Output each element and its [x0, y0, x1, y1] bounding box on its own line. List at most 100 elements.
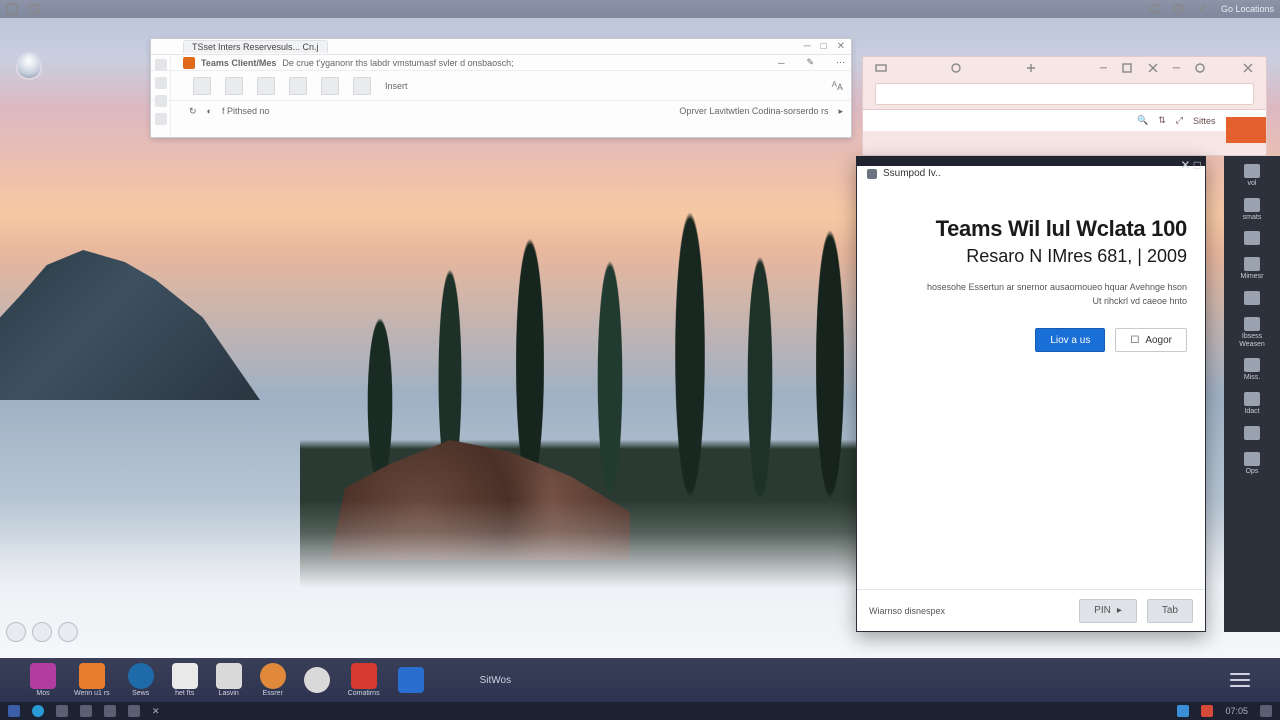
- rside-item[interactable]: [1230, 426, 1274, 442]
- desktop-shield-badge[interactable]: [18, 54, 40, 78]
- status-center: Oprver Lavitwtlen Codina-sorserdo rs: [679, 106, 828, 116]
- rside-item[interactable]: [1230, 231, 1274, 247]
- dock-app[interactable]: [304, 667, 330, 694]
- pink-search-input[interactable]: [875, 83, 1254, 105]
- clock-icon[interactable]: [1173, 3, 1185, 15]
- sys-icon[interactable]: [8, 705, 20, 717]
- rside-label: Miss.: [1244, 374, 1260, 382]
- rside-icon: [1244, 317, 1260, 331]
- pink-icon[interactable]: [1194, 62, 1206, 74]
- tool-button[interactable]: [225, 77, 243, 95]
- tray-circle[interactable]: [6, 622, 26, 642]
- dock-menu-icon[interactable]: [1230, 673, 1250, 687]
- pink-min-icon[interactable]: ─: [1100, 63, 1107, 74]
- sys-close-icon[interactable]: ✕: [152, 706, 160, 717]
- play-icon[interactable]: ▸: [838, 106, 843, 117]
- rside-item[interactable]: [1230, 291, 1274, 307]
- pink-tool-icon[interactable]: 🔍: [1137, 115, 1148, 126]
- rside-item[interactable]: Idact: [1230, 392, 1274, 416]
- rside-item[interactable]: smats: [1230, 198, 1274, 222]
- top-right-label[interactable]: Go Locations: [1221, 4, 1274, 14]
- pink-min-icon[interactable]: ─: [1173, 63, 1180, 74]
- pink-icon[interactable]: [1121, 62, 1133, 74]
- nav-prev-label: PIN: [1094, 605, 1111, 616]
- rside-label: Mimesr: [1241, 273, 1264, 281]
- editor-tab[interactable]: TSset Inters Reservesuls... Cn.j: [183, 40, 328, 53]
- sys-icon[interactable]: [56, 705, 68, 717]
- dock-app[interactable]: Mos: [30, 663, 56, 697]
- pink-tool-icon[interactable]: ⤢: [1176, 115, 1183, 126]
- tray-circle[interactable]: [32, 622, 52, 642]
- sys-icon[interactable]: [104, 705, 116, 717]
- rside-label: Ibsess Weasen: [1230, 333, 1274, 348]
- rside-label: vol: [1248, 180, 1257, 188]
- dock-app[interactable]: Sews: [128, 663, 154, 697]
- dock-app[interactable]: Essrer: [260, 663, 286, 697]
- toolbar-right-icon[interactable]: ᴬᴀ: [832, 79, 843, 93]
- rside-label: smats: [1243, 214, 1262, 222]
- nav-next-label: Tab: [1162, 605, 1178, 616]
- pink-icon[interactable]: [950, 62, 962, 74]
- pink-toolbar: 🔍 ⇅ ⤢ Sittes Uw ⟳: [863, 109, 1266, 131]
- close-icon[interactable]: ✕: [837, 41, 845, 52]
- pink-close-icon[interactable]: [1242, 62, 1254, 74]
- dialog-prev-button[interactable]: PIN ▸: [1079, 599, 1137, 623]
- rside-icon: [1244, 231, 1260, 245]
- chevron-left-icon[interactable]: [1197, 3, 1209, 15]
- dock-app[interactable]: Comatirns: [348, 663, 380, 697]
- dock-app[interactable]: [398, 667, 424, 694]
- window-icon[interactable]: [28, 3, 40, 15]
- tool-button[interactable]: [257, 77, 275, 95]
- app-menu-icon[interactable]: [6, 3, 18, 15]
- maximize-icon[interactable]: □: [821, 41, 827, 52]
- dialog-footer-link[interactable]: Wiarnso disnespex: [869, 606, 945, 616]
- app-label: het fts: [175, 690, 194, 697]
- editor-window: TSset Inters Reservesuls... Cn.j ─ □ ✕ T…: [150, 38, 852, 138]
- rail-icon[interactable]: [155, 77, 167, 89]
- status-icon[interactable]: ◐: [207, 106, 212, 116]
- crumb-min-icon[interactable]: ─: [778, 58, 784, 68]
- rside-item[interactable]: vol: [1230, 164, 1274, 188]
- dock-app[interactable]: Lasvin: [216, 663, 242, 697]
- sys-icon[interactable]: [32, 705, 44, 717]
- sys-icon[interactable]: [80, 705, 92, 717]
- tool-button[interactable]: [289, 77, 307, 95]
- sys-tray-icon[interactable]: [1260, 705, 1272, 717]
- dialog-secondary-label: Aogor: [1145, 335, 1172, 346]
- tool-button[interactable]: [193, 77, 211, 95]
- tray-circle[interactable]: [58, 622, 78, 642]
- tool-button[interactable]: [321, 77, 339, 95]
- rside-item[interactable]: Mimesr: [1230, 257, 1274, 281]
- rail-icon[interactable]: [155, 95, 167, 107]
- dialog-close-icon[interactable]: ✕ □: [1180, 158, 1201, 172]
- sys-tray-icon[interactable]: [1177, 705, 1189, 717]
- app-label: Comatirns: [348, 690, 380, 697]
- rside-icon: [1244, 291, 1260, 305]
- minimize-icon[interactable]: ─: [803, 41, 810, 52]
- dialog-next-button[interactable]: Tab: [1147, 599, 1193, 623]
- crumb-more-icon[interactable]: ⋯: [836, 57, 845, 68]
- dialog-secondary-button[interactable]: ☐ Aogor: [1115, 328, 1187, 352]
- pink-icon[interactable]: [1147, 62, 1159, 74]
- status-icon[interactable]: ↻: [189, 106, 197, 117]
- dialog-primary-button[interactable]: Liov a us: [1035, 328, 1105, 352]
- rside-item[interactable]: Ops: [1230, 452, 1274, 476]
- rside-icon: [1244, 452, 1260, 466]
- sys-tray-icon[interactable]: [1201, 705, 1213, 717]
- rside-item[interactable]: Ibsess Weasen: [1230, 317, 1274, 348]
- rail-icon[interactable]: [155, 113, 167, 125]
- app-icon: [304, 667, 330, 693]
- editor-titlebar: TSset Inters Reservesuls... Cn.j ─ □ ✕: [151, 39, 851, 55]
- pink-icon[interactable]: [875, 62, 887, 74]
- pink-tool-icon[interactable]: ⇅: [1158, 115, 1166, 126]
- rside-icon: [1244, 426, 1260, 440]
- rail-icon[interactable]: [155, 59, 167, 71]
- crumb-edit-icon[interactable]: ✎: [806, 57, 814, 68]
- sys-icon[interactable]: [128, 705, 140, 717]
- pink-icon[interactable]: [1025, 62, 1037, 74]
- dock-app[interactable]: het fts: [172, 663, 198, 697]
- tool-button[interactable]: [353, 77, 371, 95]
- rside-item[interactable]: Miss.: [1230, 358, 1274, 382]
- refresh-icon[interactable]: [1149, 3, 1161, 15]
- dock-app[interactable]: Wenn u1 rs: [74, 663, 110, 697]
